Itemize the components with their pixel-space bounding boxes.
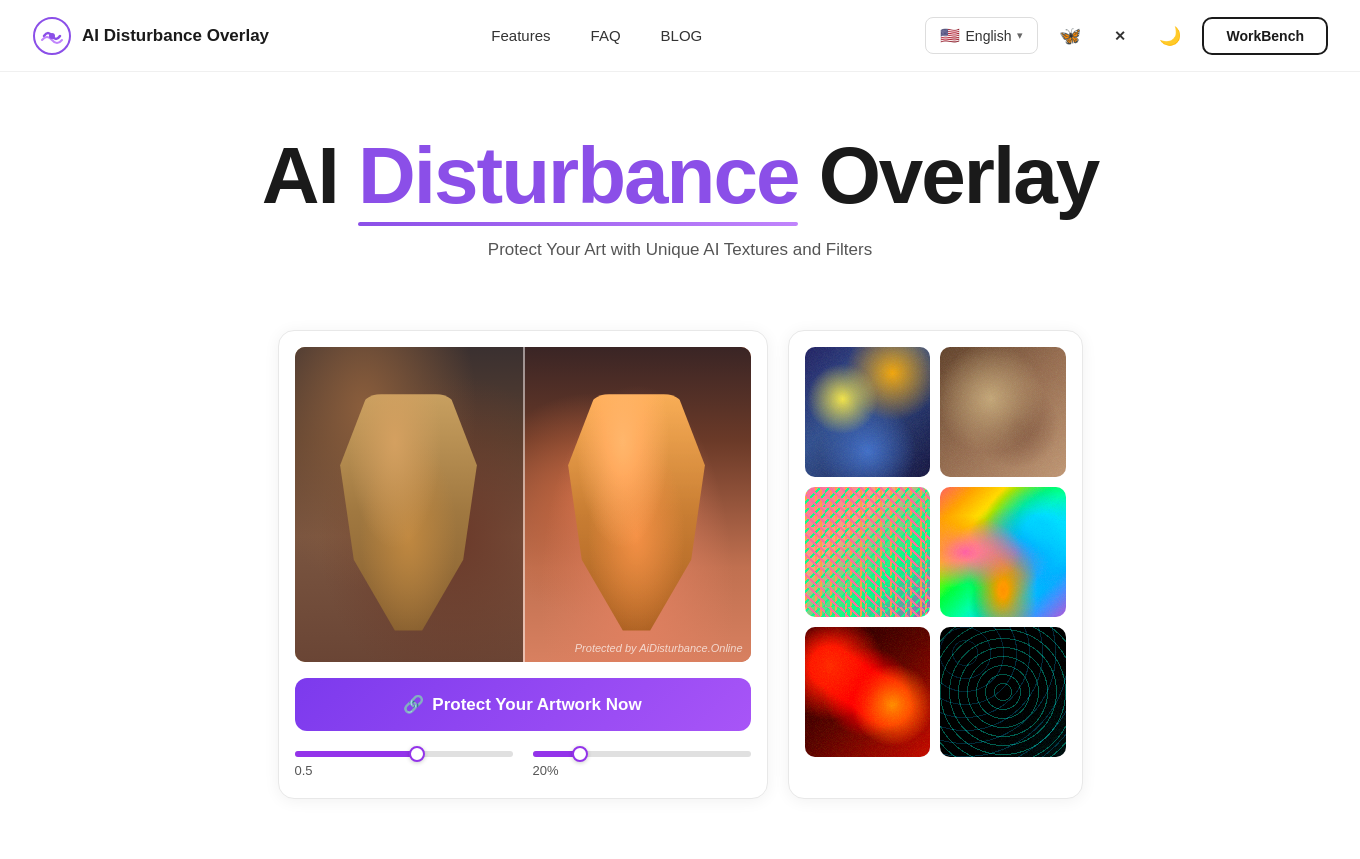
moon-icon: 🌙 bbox=[1159, 25, 1181, 47]
brand-logo-link[interactable]: AI Disturbance Overlay bbox=[32, 16, 269, 56]
brand-name: AI Disturbance Overlay bbox=[82, 26, 269, 46]
language-label: English bbox=[966, 28, 1012, 44]
strength-slider-value: 0.5 bbox=[295, 763, 513, 778]
hero-section: AI Disturbance Overlay Protect Your Art … bbox=[0, 72, 1360, 330]
nav-features[interactable]: Features bbox=[491, 27, 550, 44]
texture-grid bbox=[805, 347, 1066, 757]
texture-item-3[interactable] bbox=[805, 487, 931, 617]
chevron-down-icon: ▾ bbox=[1017, 29, 1023, 42]
texture-item-5[interactable] bbox=[805, 627, 931, 757]
workbench-button[interactable]: WorkBench bbox=[1202, 17, 1328, 55]
left-demo-card: Protected by AiDisturbance.Online 🔗 Prot… bbox=[278, 330, 768, 799]
dark-mode-btn[interactable]: 🌙 bbox=[1152, 18, 1188, 54]
strength-slider-fill bbox=[295, 751, 417, 757]
twitter-icon: ✕ bbox=[1114, 28, 1126, 44]
painting-bg-right: Protected by AiDisturbance.Online bbox=[523, 347, 751, 662]
texture-item-2[interactable] bbox=[940, 347, 1066, 477]
right-texture-card bbox=[788, 330, 1083, 799]
hero-title: AI Disturbance Overlay bbox=[20, 132, 1340, 220]
strength-slider-track[interactable] bbox=[295, 751, 513, 757]
hero-subtitle: Protect Your Art with Unique AI Textures… bbox=[20, 240, 1340, 260]
compare-divider bbox=[523, 347, 525, 662]
brand-logo-icon bbox=[32, 16, 72, 56]
opacity-slider-value: 20% bbox=[533, 763, 751, 778]
nav-blog[interactable]: BLOG bbox=[661, 27, 703, 44]
navbar-right: 🇺🇸 English ▾ 🦋 ✕ 🌙 WorkBench bbox=[925, 17, 1328, 55]
protect-label: Protect Your Artwork Now bbox=[432, 695, 641, 715]
texture-item-6[interactable] bbox=[940, 627, 1066, 757]
butterfly-icon-btn[interactable]: 🦋 bbox=[1052, 18, 1088, 54]
nav-faq[interactable]: FAQ bbox=[591, 27, 621, 44]
opacity-slider-thumb[interactable] bbox=[572, 746, 588, 762]
twitter-icon-btn[interactable]: ✕ bbox=[1102, 18, 1138, 54]
painting-bg-left bbox=[295, 347, 523, 662]
hero-title-overlay: Overlay bbox=[819, 131, 1099, 220]
texture-item-1[interactable] bbox=[805, 347, 931, 477]
hero-title-disturbance: Disturbance bbox=[358, 132, 798, 220]
language-flag: 🇺🇸 bbox=[940, 26, 960, 45]
svg-point-1 bbox=[49, 33, 55, 39]
strength-slider-group: 0.5 bbox=[295, 751, 513, 778]
language-selector[interactable]: 🇺🇸 English ▾ bbox=[925, 17, 1039, 54]
original-image bbox=[295, 347, 523, 662]
figure-left bbox=[340, 394, 477, 630]
main-nav: Features FAQ BLOG bbox=[491, 27, 702, 44]
watermark-text: Protected by AiDisturbance.Online bbox=[575, 642, 743, 654]
protected-image: Protected by AiDisturbance.Online bbox=[523, 347, 751, 662]
protect-icon: 🔗 bbox=[403, 694, 424, 715]
opacity-slider-group: 20% bbox=[533, 751, 751, 778]
butterfly-icon: 🦋 bbox=[1059, 25, 1081, 47]
figure-right bbox=[568, 394, 705, 630]
sliders-row: 0.5 20% bbox=[295, 747, 751, 782]
hero-title-ai: AI bbox=[262, 131, 338, 220]
strength-slider-thumb[interactable] bbox=[409, 746, 425, 762]
texture-item-4[interactable] bbox=[940, 487, 1066, 617]
opacity-slider-track[interactable] bbox=[533, 751, 751, 757]
navbar: AI Disturbance Overlay Features FAQ BLOG… bbox=[0, 0, 1360, 72]
demo-area: Protected by AiDisturbance.Online 🔗 Prot… bbox=[130, 330, 1230, 859]
protect-artwork-button[interactable]: 🔗 Protect Your Artwork Now bbox=[295, 678, 751, 731]
image-compare: Protected by AiDisturbance.Online bbox=[295, 347, 751, 662]
